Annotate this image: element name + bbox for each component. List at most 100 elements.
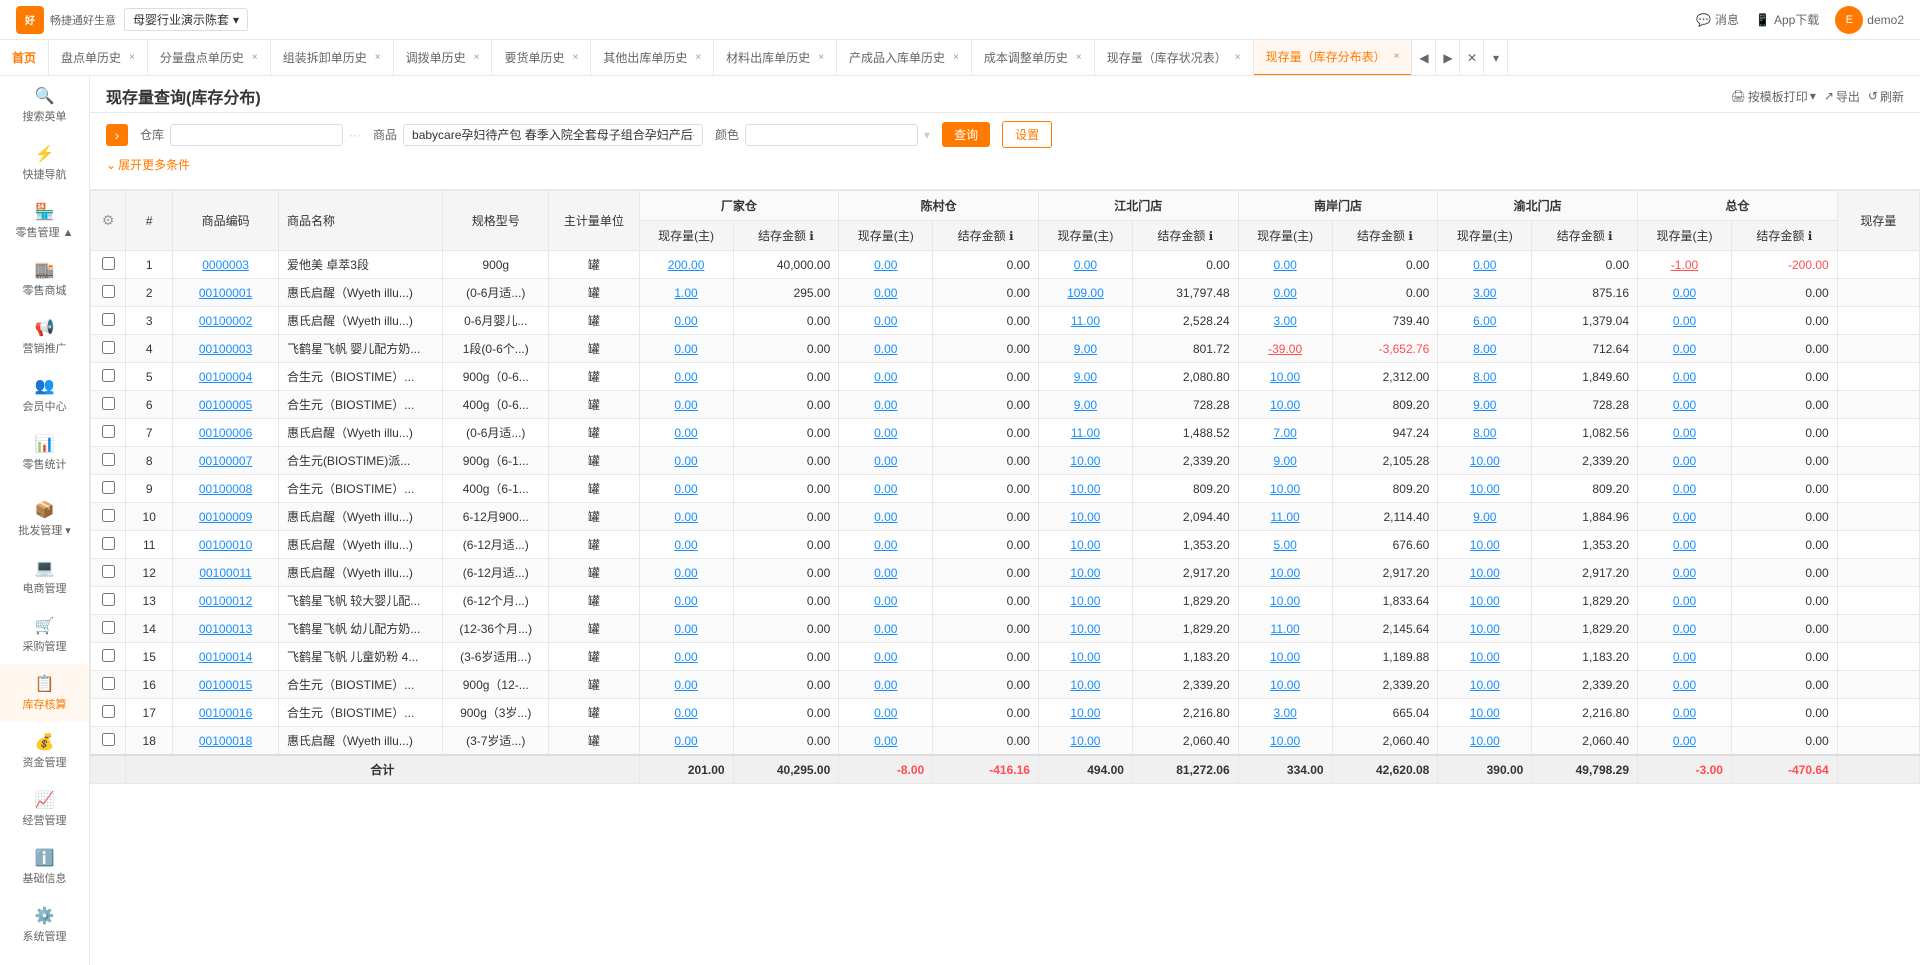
v-qty[interactable]: 0.00 (839, 643, 933, 671)
row-checkbox[interactable] (91, 307, 126, 335)
f-qty[interactable]: 0.00 (639, 615, 733, 643)
v-qty[interactable]: 0.00 (839, 391, 933, 419)
sidebar-item-inventory[interactable]: 📋 库存核算 (0, 664, 89, 722)
v-qty[interactable]: 0.00 (839, 335, 933, 363)
na-qty[interactable]: 11.00 (1238, 503, 1332, 531)
na-qty[interactable]: 10.00 (1238, 391, 1332, 419)
row-checkbox[interactable] (91, 363, 126, 391)
sidebar-item-basic[interactable]: ℹ️ 基础信息 (0, 838, 89, 896)
jb-qty[interactable]: 10.00 (1038, 559, 1132, 587)
na-qty[interactable]: 7.00 (1238, 419, 1332, 447)
na-qty[interactable]: 9.00 (1238, 447, 1332, 475)
na-qty[interactable]: 10.00 (1238, 475, 1332, 503)
jb-qty[interactable]: 9.00 (1038, 391, 1132, 419)
product-code[interactable]: 00100011 (173, 559, 279, 587)
tab-prev-button[interactable]: ◀ (1412, 40, 1436, 76)
close-icon[interactable]: × (474, 52, 480, 63)
yb-qty[interactable]: 8.00 (1438, 363, 1532, 391)
product-code[interactable]: 00100004 (173, 363, 279, 391)
close-icon[interactable]: × (1394, 51, 1400, 62)
query-button[interactable]: 查询 (942, 122, 990, 147)
yb-qty[interactable]: 10.00 (1438, 475, 1532, 503)
tab-fenpan[interactable]: 分量盘点单历史× (148, 40, 271, 76)
row-checkbox[interactable] (91, 587, 126, 615)
t-qty[interactable]: 0.00 (1638, 391, 1732, 419)
yb-qty[interactable]: 3.00 (1438, 279, 1532, 307)
sidebar-item-member[interactable]: 👥 会员中心 (0, 366, 89, 424)
na-qty[interactable]: 11.00 (1238, 615, 1332, 643)
t-qty[interactable]: 0.00 (1638, 727, 1732, 756)
tab-pandian[interactable]: 盘点单历史× (49, 40, 148, 76)
export-button[interactable]: ↗ 导出 (1824, 88, 1860, 105)
f-qty[interactable]: 200.00 (639, 251, 733, 279)
user-area[interactable]: E demo2 (1835, 6, 1904, 34)
product-code[interactable]: 00100002 (173, 307, 279, 335)
row-checkbox[interactable] (91, 419, 126, 447)
na-qty[interactable]: 3.00 (1238, 699, 1332, 727)
tab-next-button[interactable]: ▶ (1436, 40, 1460, 76)
t-qty[interactable]: 0.00 (1638, 671, 1732, 699)
jb-qty[interactable]: 10.00 (1038, 671, 1132, 699)
sidebar-item-search[interactable]: 🔍 搜索英单 (0, 76, 89, 134)
v-qty[interactable]: 0.00 (839, 615, 933, 643)
f-qty[interactable]: 0.00 (639, 391, 733, 419)
sidebar-item-retail-stats[interactable]: 📊 零售统计 (0, 424, 89, 482)
v-qty[interactable]: 0.00 (839, 307, 933, 335)
yb-qty[interactable]: 0.00 (1438, 251, 1532, 279)
na-qty[interactable]: -39.00 (1238, 335, 1332, 363)
jb-qty[interactable]: 10.00 (1038, 727, 1132, 756)
yb-qty[interactable]: 10.00 (1438, 559, 1532, 587)
tab-kucun-dist[interactable]: 现存量（库存分布表）× (1254, 40, 1413, 76)
tab-menu-button[interactable]: ▾ (1484, 40, 1508, 76)
t-qty[interactable]: 0.00 (1638, 531, 1732, 559)
na-qty[interactable]: 10.00 (1238, 363, 1332, 391)
v-qty[interactable]: 0.00 (839, 559, 933, 587)
product-code[interactable]: 0000003 (173, 251, 279, 279)
f-qty[interactable]: 0.00 (639, 475, 733, 503)
yb-qty[interactable]: 10.00 (1438, 531, 1532, 559)
sidebar-item-nav[interactable]: ⚡ 快捷导航 (0, 134, 89, 192)
close-icon[interactable]: × (129, 52, 135, 63)
v-qty[interactable]: 0.00 (839, 671, 933, 699)
tab-close-all-button[interactable]: ✕ (1460, 40, 1484, 76)
jb-qty[interactable]: 10.00 (1038, 643, 1132, 671)
expand-conditions-button[interactable]: ⌄ 展开更多条件 (106, 156, 1904, 173)
tab-kucun-status[interactable]: 现存量（库存状况表）× (1095, 40, 1254, 76)
t-qty[interactable]: 0.00 (1638, 307, 1732, 335)
yb-qty[interactable]: 10.00 (1438, 671, 1532, 699)
t-qty[interactable]: 0.00 (1638, 475, 1732, 503)
t-qty[interactable]: 0.00 (1638, 643, 1732, 671)
sidebar-item-shop[interactable]: 🏬 零售商城 (0, 250, 89, 308)
product-code[interactable]: 00100010 (173, 531, 279, 559)
f-qty[interactable]: 0.00 (639, 671, 733, 699)
settings-button[interactable]: 设置 (1002, 121, 1052, 148)
sidebar-item-retail-mgmt[interactable]: 🏪 零售管理 ▲ (0, 192, 89, 250)
t-qty[interactable]: 0.00 (1638, 419, 1732, 447)
yb-qty[interactable]: 10.00 (1438, 447, 1532, 475)
yb-qty[interactable]: 10.00 (1438, 615, 1532, 643)
yb-qty[interactable]: 9.00 (1438, 503, 1532, 531)
f-qty[interactable]: 0.00 (639, 587, 733, 615)
jb-qty[interactable]: 10.00 (1038, 615, 1132, 643)
v-qty[interactable]: 0.00 (839, 363, 933, 391)
close-icon[interactable]: × (1076, 52, 1082, 63)
row-checkbox[interactable] (91, 615, 126, 643)
color-input[interactable] (745, 124, 918, 146)
jb-qty[interactable]: 10.00 (1038, 587, 1132, 615)
na-qty[interactable]: 5.00 (1238, 531, 1332, 559)
na-qty[interactable]: 10.00 (1238, 587, 1332, 615)
sidebar-item-finance[interactable]: 💰 资金管理 (0, 722, 89, 780)
v-qty[interactable]: 0.00 (839, 279, 933, 307)
sidebar-item-ecommerce[interactable]: 💻 电商管理 (0, 548, 89, 606)
row-checkbox[interactable] (91, 699, 126, 727)
product-code[interactable]: 00100003 (173, 335, 279, 363)
t-qty[interactable]: 0.00 (1638, 587, 1732, 615)
f-qty[interactable]: 0.00 (639, 335, 733, 363)
na-qty[interactable]: 10.00 (1238, 559, 1332, 587)
t-qty[interactable]: 0.00 (1638, 615, 1732, 643)
jb-qty[interactable]: 0.00 (1038, 251, 1132, 279)
f-qty[interactable]: 0.00 (639, 531, 733, 559)
sidebar-item-operations[interactable]: 📈 经营管理 (0, 780, 89, 838)
warehouse-input[interactable] (170, 124, 343, 146)
na-qty[interactable]: 10.00 (1238, 727, 1332, 756)
